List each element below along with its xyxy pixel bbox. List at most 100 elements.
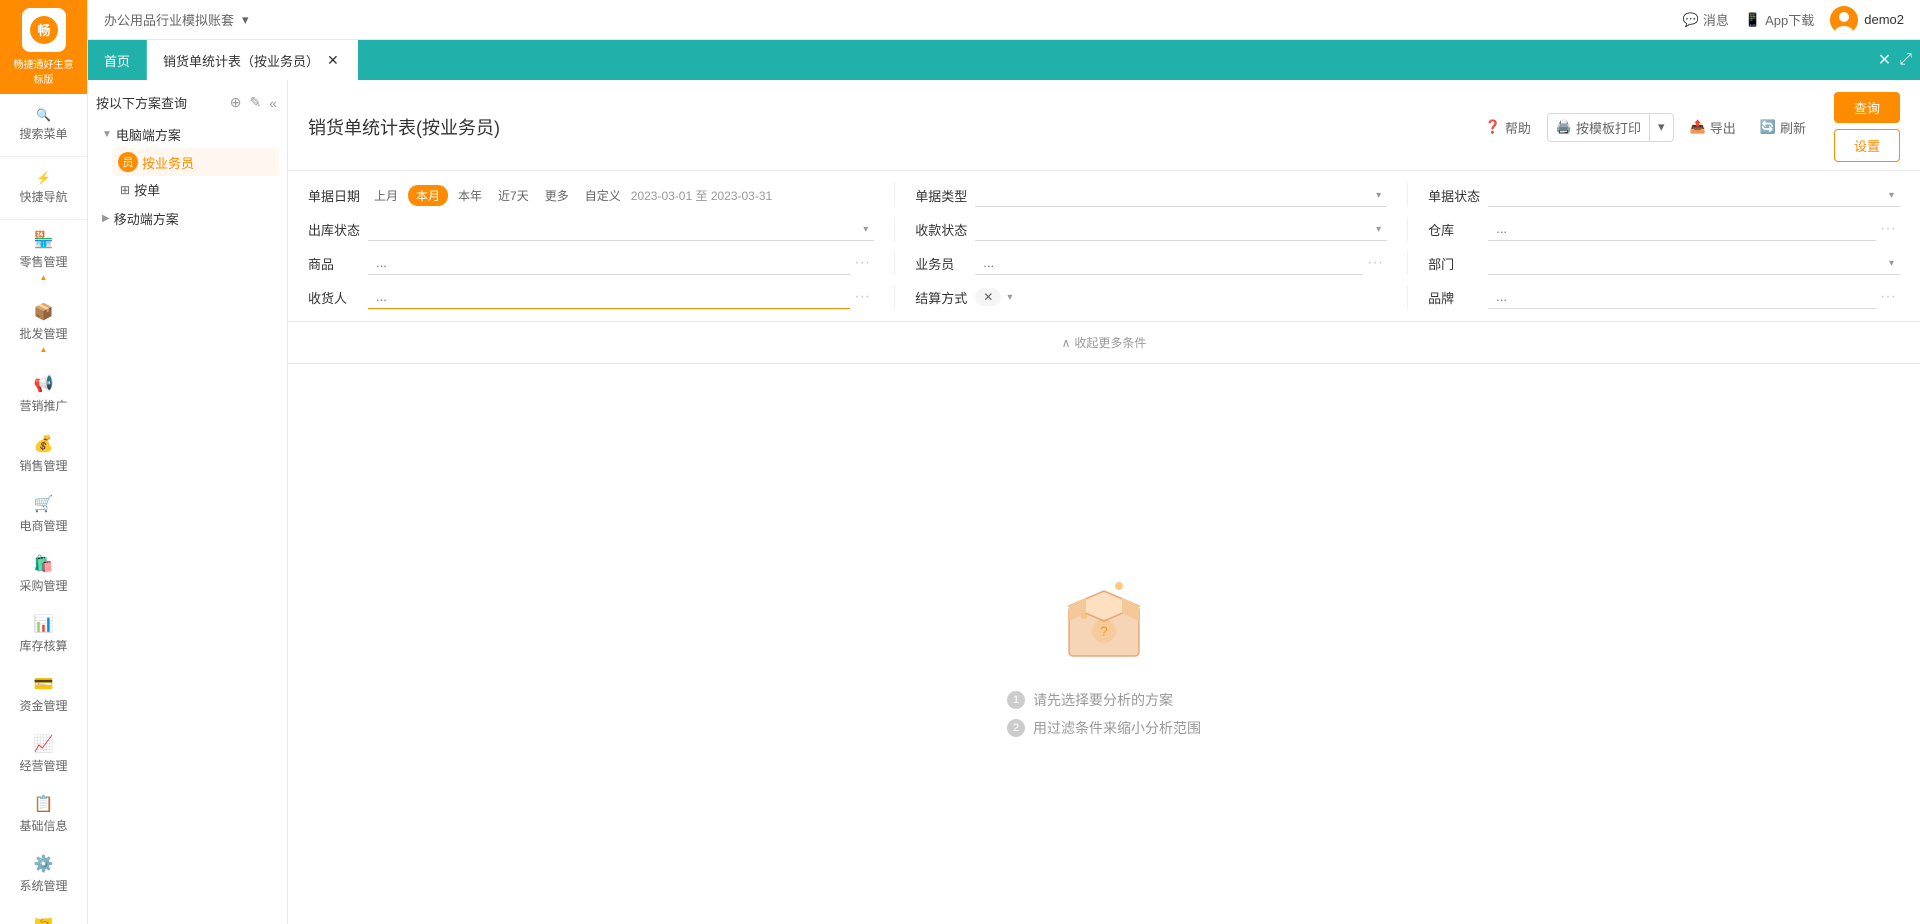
app-download-label: App下载 bbox=[1765, 10, 1814, 29]
username-label: demo2 bbox=[1864, 12, 1904, 27]
tab-sales-report-label: 销货单统计表（按业务员） bbox=[163, 51, 319, 70]
date-range-controls: 上月 本月 本年 近7天 更多 自定义 2023-03-01 至 2023-03… bbox=[368, 185, 874, 206]
brand-input[interactable] bbox=[1488, 285, 1876, 309]
filter-date: 单据日期 上月 本月 本年 近7天 更多 自定义 2023-03-01 至 20… bbox=[308, 185, 874, 206]
scheme-group-mobile: ▶ 移动端方案 bbox=[96, 205, 279, 232]
operations-label: 经营管理 bbox=[19, 757, 67, 774]
out-status-select[interactable] bbox=[368, 217, 874, 241]
sidebar-item-system[interactable]: ⚙️ 系统管理 bbox=[0, 844, 87, 904]
doc-status-select[interactable] bbox=[1488, 183, 1900, 207]
date-last-month-btn[interactable]: 上月 bbox=[368, 185, 404, 206]
ecommerce-icon: 🛒 bbox=[34, 494, 54, 514]
retail-icon: 🏪 bbox=[34, 230, 54, 250]
goods-dots[interactable]: ··· bbox=[850, 254, 874, 272]
sidebar-item-finance[interactable]: 💳 资金管理 bbox=[0, 664, 87, 724]
scheme-collapse-button[interactable]: « bbox=[267, 92, 279, 113]
warehouse-dots[interactable]: ··· bbox=[1876, 220, 1900, 238]
tab-close-button[interactable]: ✕ bbox=[325, 53, 341, 67]
payment-select-wrapper: ✕ ▾ bbox=[975, 288, 1387, 306]
refresh-icon: 🔄 bbox=[1760, 119, 1776, 135]
print-dropdown-button[interactable]: ▾ bbox=[1650, 114, 1673, 141]
export-button[interactable]: 📤 导出 bbox=[1682, 114, 1744, 141]
date-this-month-btn[interactable]: 本月 bbox=[408, 185, 448, 206]
payment-clear-tag[interactable]: ✕ bbox=[975, 288, 1001, 306]
enterprise-icon: 🤝 bbox=[34, 914, 54, 924]
sidebar-item-retail[interactable]: 🏪 零售管理 bbox=[0, 220, 87, 292]
scheme-group-mobile-label[interactable]: ▶ 移动端方案 bbox=[96, 205, 279, 232]
svg-text:畅: 畅 bbox=[37, 23, 50, 38]
scheme-by-salesman-label: 按业务员 bbox=[142, 153, 194, 172]
date-7days-btn[interactable]: 近7天 bbox=[492, 185, 535, 206]
tab-close-all-button[interactable]: ✕ bbox=[1878, 50, 1891, 70]
empty-state: ? 1 请先选择要分析的方案 2 用过滤条件来缩小分析范围 bbox=[288, 364, 1920, 924]
brand-dots[interactable]: ··· bbox=[1876, 288, 1900, 306]
tip-num-2: 2 bbox=[1007, 719, 1025, 737]
consignee-dots[interactable]: ··· bbox=[850, 288, 874, 306]
desktop-group-label: 电脑端方案 bbox=[116, 125, 181, 144]
app-download-button[interactable]: 📱 App下载 bbox=[1745, 10, 1814, 29]
search-menu-button[interactable]: 🔍 搜索菜单 bbox=[6, 102, 81, 148]
sep6 bbox=[1407, 251, 1408, 275]
tab-expand-button[interactable]: ⤢ bbox=[1899, 51, 1912, 69]
sep7 bbox=[894, 285, 895, 309]
help-button[interactable]: ❓ 帮助 bbox=[1477, 114, 1539, 141]
settings-button[interactable]: 设置 bbox=[1834, 129, 1900, 162]
salesman-dots[interactable]: ··· bbox=[1363, 254, 1387, 272]
content-area: 按以下方案查询 ⊕ ✎ « ▼ 电脑端方案 员 按业务员 bbox=[88, 80, 1920, 924]
topbar: 办公用品行业模拟账套 ▾ 💬 消息 📱 App下载 de bbox=[88, 0, 1920, 40]
topbar-dropdown-btn[interactable]: ▾ bbox=[242, 12, 249, 28]
sidebar-item-sales[interactable]: 💰 销售管理 bbox=[0, 424, 87, 484]
dept-select[interactable] bbox=[1488, 251, 1900, 275]
scheme-item-by-order[interactable]: ⊞ 按单 bbox=[112, 176, 279, 203]
date-custom-btn[interactable]: 自定义 bbox=[579, 185, 627, 206]
consignee-label: 收货人 bbox=[308, 288, 368, 307]
sidebar-item-operations[interactable]: 📈 经营管理 bbox=[0, 724, 87, 784]
active-scheme-indicator: 员 bbox=[118, 152, 138, 172]
scheme-item-by-salesman[interactable]: 员 按业务员 bbox=[112, 148, 279, 176]
message-button[interactable]: 💬 消息 bbox=[1683, 10, 1729, 29]
sidebar-item-enterprise[interactable]: 🤝 企业协同 bbox=[0, 904, 87, 924]
collapse-bar: ∧ 收起更多条件 bbox=[288, 322, 1920, 364]
left-panel: 按以下方案查询 ⊕ ✎ « ▼ 电脑端方案 员 按业务员 bbox=[88, 80, 288, 924]
print-button[interactable]: 🖨️ 按模板打印 bbox=[1548, 114, 1650, 141]
payment-arrow: ▾ bbox=[1007, 292, 1012, 303]
receipt-status-select[interactable] bbox=[975, 217, 1387, 241]
warehouse-label: 仓库 bbox=[1428, 220, 1488, 239]
sidebar-logo[interactable]: 畅 畅捷通好生意 标版 bbox=[0, 0, 87, 94]
goods-input[interactable] bbox=[368, 251, 850, 275]
quick-nav-button[interactable]: ⚡ 快捷导航 bbox=[0, 165, 87, 211]
logo-icon: 畅 bbox=[22, 8, 66, 52]
sidebar-item-marketing[interactable]: 📢 营销推广 bbox=[0, 364, 87, 424]
salesman-label: 业务员 bbox=[915, 254, 975, 273]
sidebar-item-basic-info[interactable]: 📋 基础信息 bbox=[0, 784, 87, 844]
doc-type-select[interactable] bbox=[975, 183, 1387, 207]
purchase-label: 采购管理 bbox=[19, 577, 67, 594]
sidebar-item-purchase[interactable]: 🛍️ 采购管理 bbox=[0, 544, 87, 604]
scheme-add-button[interactable]: ⊕ bbox=[228, 92, 244, 113]
sidebar-item-wholesale[interactable]: 📦 批发管理 bbox=[0, 292, 87, 364]
tab-sales-report[interactable]: 销货单统计表（按业务员） ✕ bbox=[147, 40, 358, 80]
doc-status-label: 单据状态 bbox=[1428, 186, 1488, 205]
date-this-year-btn[interactable]: 本年 bbox=[452, 185, 488, 206]
desktop-scheme-children: 员 按业务员 ⊞ 按单 bbox=[96, 148, 279, 203]
sidebar-menu: 🏪 零售管理 📦 批发管理 📢 营销推广 💰 销售管理 🛒 电商管理 🛍️ 采购… bbox=[0, 220, 87, 924]
salesman-input[interactable] bbox=[975, 251, 1363, 275]
filter-dept: 部门 ▾ bbox=[1428, 251, 1900, 275]
tree-collapse-arrow: ▶ bbox=[102, 213, 110, 224]
tab-home[interactable]: 首页 bbox=[88, 40, 147, 80]
export-label: 导出 bbox=[1710, 118, 1736, 137]
warehouse-input[interactable] bbox=[1488, 217, 1876, 241]
sidebar-item-inventory[interactable]: 📊 库存核算 bbox=[0, 604, 87, 664]
refresh-button[interactable]: 🔄 刷新 bbox=[1752, 114, 1814, 141]
tab-home-label: 首页 bbox=[104, 51, 130, 70]
empty-tip-2: 2 用过滤条件来缩小分析范围 bbox=[1007, 718, 1201, 738]
user-menu[interactable]: demo2 bbox=[1830, 6, 1904, 34]
query-button[interactable]: 查询 bbox=[1834, 92, 1900, 123]
sidebar-item-ecommerce[interactable]: 🛒 电商管理 bbox=[0, 484, 87, 544]
scheme-group-desktop-label[interactable]: ▼ 电脑端方案 bbox=[96, 121, 279, 148]
scheme-edit-button[interactable]: ✎ bbox=[247, 92, 263, 113]
date-more-btn[interactable]: 更多 bbox=[539, 185, 575, 206]
collapse-button[interactable]: ∧ 收起更多条件 bbox=[1050, 330, 1159, 355]
consignee-input[interactable] bbox=[368, 285, 850, 309]
scheme-group-desktop: ▼ 电脑端方案 员 按业务员 ⊞ 按单 bbox=[96, 121, 279, 203]
